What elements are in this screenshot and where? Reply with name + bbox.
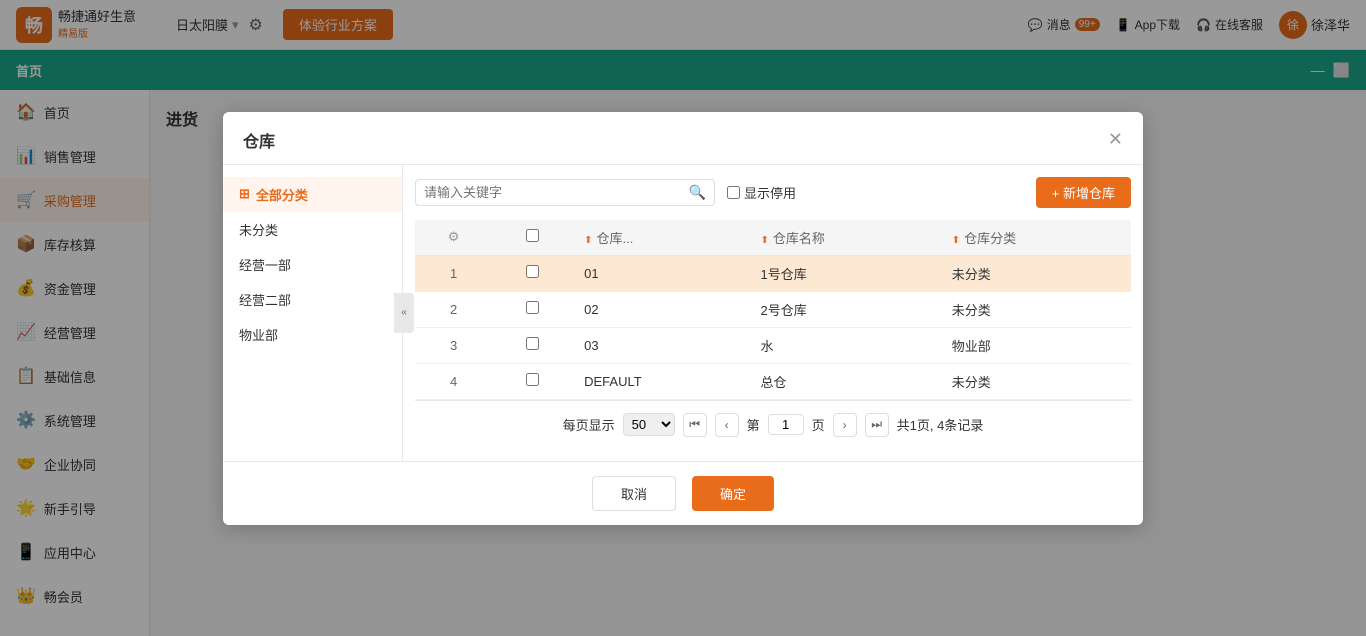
row-name-2: 2号仓库 (749, 291, 940, 327)
pagination: 每页显示 10 20 50 100 ⏮ ‹ 第 页 › (415, 400, 1131, 449)
cat-item-property[interactable]: 物业部 (223, 317, 402, 352)
col-checkbox (492, 220, 572, 256)
search-input-wrap[interactable]: 🔍 (415, 179, 715, 206)
warehouse-modal: 仓库 ✕ « ⊞ 全部分类 未分类 经营一部 经营二部 (223, 112, 1143, 525)
modal-footer: 取消 确定 (223, 461, 1143, 525)
sort-icon-name: ⬆ (761, 235, 769, 246)
row-check-3[interactable] (492, 327, 572, 363)
modal-overlay: 仓库 ✕ « ⊞ 全部分类 未分类 经营一部 经营二部 (0, 0, 1366, 636)
row-category-2: 未分类 (940, 291, 1131, 327)
row-name-4: 总仓 (749, 363, 940, 399)
modal-close-button[interactable]: ✕ (1108, 129, 1123, 150)
cat-item-dept2[interactable]: 经营二部 (223, 282, 402, 317)
add-warehouse-button[interactable]: + 新增仓库 (1036, 177, 1131, 208)
table-row[interactable]: 1 01 1号仓库 未分类 (415, 255, 1131, 291)
total-info: 共1页, 4条记录 (897, 415, 984, 434)
grid-icon: ⊞ (239, 186, 250, 202)
sort-icon-cat: ⬆ (952, 235, 960, 246)
row-category-3: 物业部 (940, 327, 1131, 363)
per-page-dropdown[interactable]: 10 20 50 100 (623, 413, 675, 436)
row-code-4: DEFAULT (572, 363, 748, 399)
row-num-1: 1 (415, 255, 492, 291)
row-num-4: 4 (415, 363, 492, 399)
table-row[interactable]: 2 02 2号仓库 未分类 (415, 291, 1131, 327)
per-page-select[interactable]: 10 20 50 100 (623, 413, 675, 436)
search-input[interactable] (424, 185, 689, 200)
row-code-2: 02 (572, 291, 748, 327)
category-sidebar: « ⊞ 全部分类 未分类 经营一部 经营二部 物业部 (223, 165, 403, 461)
select-all-checkbox[interactable] (526, 229, 539, 242)
first-page-btn[interactable]: ⏮ (683, 413, 707, 437)
page-label: 第 (747, 415, 760, 434)
sort-icon: ⬆ (584, 235, 592, 246)
show-disabled-checkbox[interactable] (727, 186, 740, 199)
col-name: ⬆仓库名称 (749, 220, 940, 256)
search-icon[interactable]: 🔍 (689, 184, 706, 201)
row-category-4: 未分类 (940, 363, 1131, 399)
collapse-category-button[interactable]: « (394, 293, 414, 333)
table-header-row: ⚙ ⬆仓库... ⬆仓库名称 ⬆仓库分类 (415, 220, 1131, 256)
last-page-btn[interactable]: ⏭ (865, 413, 889, 437)
col-settings: ⚙ (415, 220, 492, 256)
row-name-1: 1号仓库 (749, 255, 940, 291)
page-suffix: 页 (812, 415, 825, 434)
per-page-label: 每页显示 (563, 415, 615, 434)
row-name-3: 水 (749, 327, 940, 363)
cat-item-uncategorized[interactable]: 未分类 (223, 212, 402, 247)
table-row[interactable]: 3 03 水 物业部 (415, 327, 1131, 363)
col-category: ⬆仓库分类 (940, 220, 1131, 256)
modal-title: 仓库 (243, 128, 275, 152)
cat-label-dept2: 经营二部 (239, 290, 291, 309)
modal-body: « ⊞ 全部分类 未分类 经营一部 经营二部 物业部 (223, 165, 1143, 461)
row-code-1: 01 (572, 255, 748, 291)
cancel-button[interactable]: 取消 (592, 476, 676, 511)
table-area: 🔍 显示停用 + 新增仓库 ⚙ ⬆仓库... (403, 165, 1143, 461)
cat-label-uncategorized: 未分类 (239, 220, 278, 239)
cat-item-all[interactable]: ⊞ 全部分类 (223, 177, 402, 212)
table-row[interactable]: 4 DEFAULT 总仓 未分类 (415, 363, 1131, 399)
cat-item-dept1[interactable]: 经营一部 (223, 247, 402, 282)
next-page-btn[interactable]: › (833, 413, 857, 437)
show-disabled-label[interactable]: 显示停用 (727, 183, 796, 202)
row-code-3: 03 (572, 327, 748, 363)
table-toolbar: 🔍 显示停用 + 新增仓库 (415, 177, 1131, 208)
prev-page-btn[interactable]: ‹ (715, 413, 739, 437)
row-category-1: 未分类 (940, 255, 1131, 291)
cat-label-property: 物业部 (239, 325, 278, 344)
col-code: ⬆仓库... (572, 220, 748, 256)
row-check-4[interactable] (492, 363, 572, 399)
modal-header: 仓库 ✕ (223, 112, 1143, 165)
page-input[interactable] (768, 414, 804, 435)
row-check-1[interactable] (492, 255, 572, 291)
cat-label-all: 全部分类 (256, 185, 308, 204)
row-check-2[interactable] (492, 291, 572, 327)
cat-label-dept1: 经营一部 (239, 255, 291, 274)
show-disabled-text: 显示停用 (744, 183, 796, 202)
confirm-button[interactable]: 确定 (692, 476, 774, 511)
row-num-2: 2 (415, 291, 492, 327)
row-num-3: 3 (415, 327, 492, 363)
warehouse-table: ⚙ ⬆仓库... ⬆仓库名称 ⬆仓库分类 1 01 1号仓库 (415, 220, 1131, 400)
